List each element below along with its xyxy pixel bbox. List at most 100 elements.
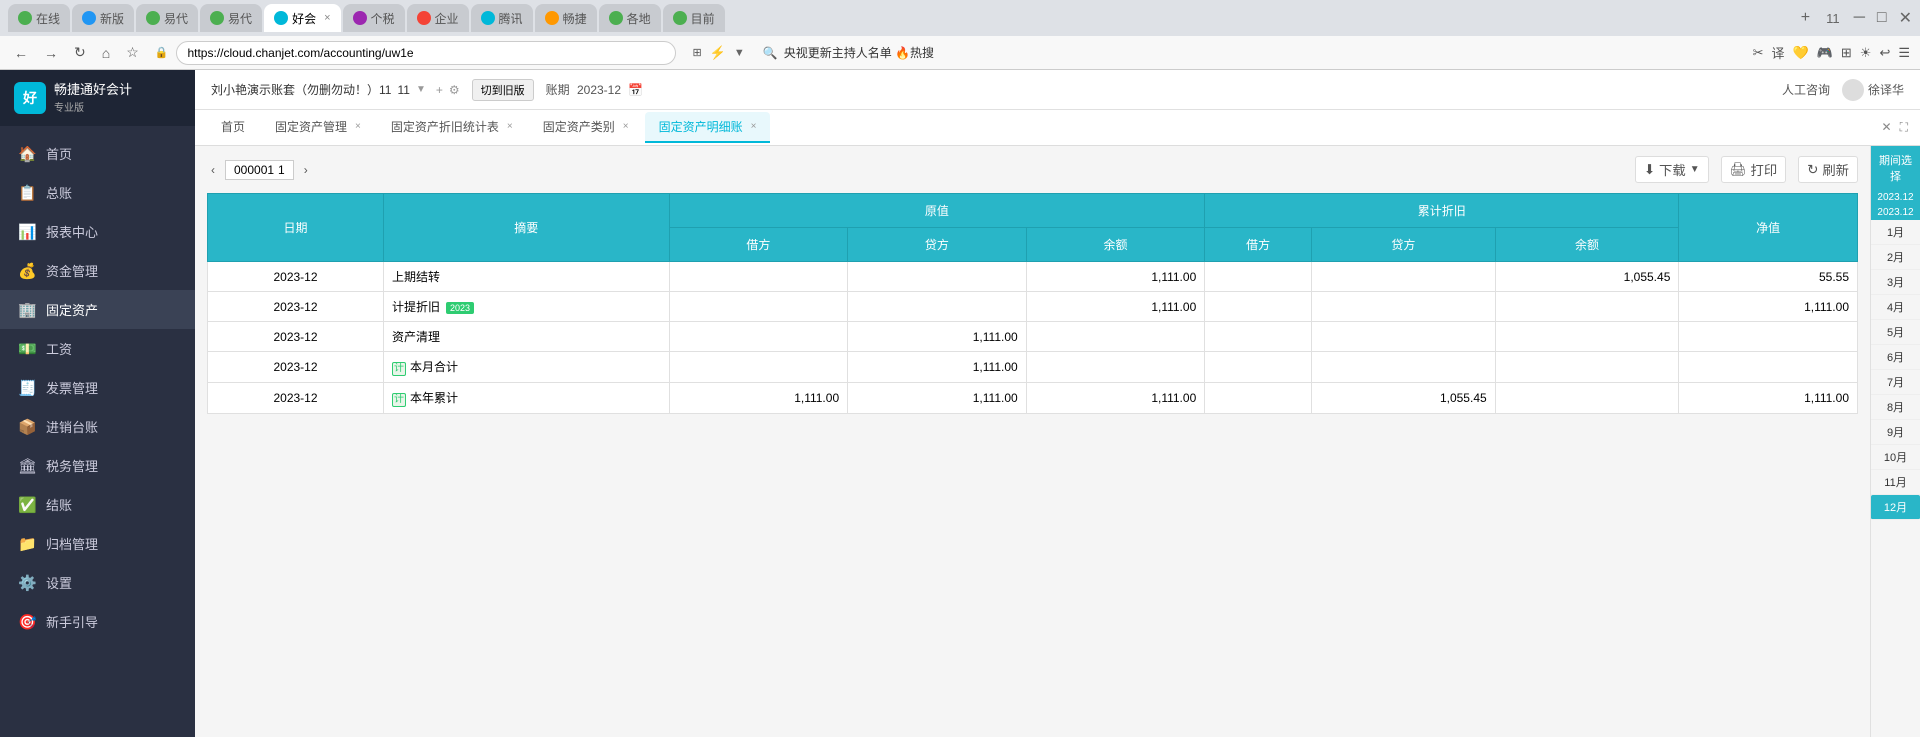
sidebar-item-结账[interactable]: ✅结账 [0,485,195,524]
month-item-11月[interactable]: 11月 [1871,470,1920,495]
tab-favicon-0 [18,11,32,25]
tab-label-8: 畅捷 [563,10,587,27]
brightness-icon[interactable]: ☀ [1860,45,1872,61]
sidebar-item-报表中心[interactable]: 📊报表中心 [0,212,195,251]
browser-tab-8[interactable]: 畅捷 [535,4,597,32]
user-avatar: 徐译华 [1842,79,1904,101]
reload-button[interactable]: ↻ [70,44,90,61]
minimize-button[interactable]: ─ [1854,9,1865,27]
cell-orig-balance-0: 1,111.00 [1026,262,1205,292]
browser-tab-1[interactable]: 新版 [72,4,134,32]
sidebar-item-归档管理[interactable]: 📁归档管理 [0,524,195,563]
download-arrow: ▼ [1690,164,1700,175]
sidebar-item-新手引导[interactable]: 🎯新手引导 [0,602,195,641]
nav-label-9: 结账 [46,495,72,514]
month-item-4月[interactable]: 4月 [1871,295,1920,320]
undo-icon[interactable]: ↩ [1879,45,1890,61]
browser-tab-3[interactable]: 易代 [200,4,262,32]
back-button[interactable]: ← [10,45,32,61]
dropdown-icon[interactable]: ▼ [734,47,745,59]
game-icon[interactable]: 🎮 [1817,45,1833,61]
expand-panel-icon[interactable]: ⛶ [1900,120,1908,135]
sidebar-item-首页[interactable]: 🏠首页 [0,134,195,173]
bookmark-button[interactable]: ☆ [122,44,143,61]
menu-icon[interactable]: ☰ [1898,45,1910,61]
content-tab-close-2[interactable]: × [507,121,513,132]
add-icon[interactable]: + [436,83,443,97]
browser-tab-4[interactable]: 好会× [264,4,340,32]
content-tab-close-4[interactable]: × [751,121,757,132]
forward-button[interactable]: → [40,45,62,61]
page-code: 000001 [234,163,274,177]
close-window-button[interactable]: ✕ [1899,8,1912,28]
content-tab-close-1[interactable]: × [355,121,361,132]
period-selector-panel: 期间选择 2023.12 2023.12 1月2月3月4月5月6月7月8月9月1… [1870,146,1920,737]
cell-acc-debit-2 [1205,322,1312,352]
address-input[interactable] [176,41,676,65]
month-item-1月[interactable]: 1月 [1871,220,1920,245]
month-item-9月[interactable]: 9月 [1871,420,1920,445]
browser-tab-0[interactable]: 在线 [8,4,70,32]
sidebar-item-设置[interactable]: ⚙️设置 [0,563,195,602]
cell-acc-credit-2 [1311,322,1495,352]
nav-label-11: 设置 [46,573,72,592]
month-item-10月[interactable]: 10月 [1871,445,1920,470]
scissors-icon[interactable]: ✂ [1753,45,1764,61]
sidebar-item-工资[interactable]: 💵工资 [0,329,195,368]
calendar-icon[interactable]: 📅 [628,83,643,97]
month-item-2月[interactable]: 2月 [1871,245,1920,270]
cell-acc-credit-1 [1311,292,1495,322]
support-button[interactable]: 人工咨询 [1782,81,1830,98]
sidebar-item-总账[interactable]: 📋总账 [0,173,195,212]
month-item-3月[interactable]: 3月 [1871,270,1920,295]
month-item-7月[interactable]: 7月 [1871,370,1920,395]
browser-tab-2[interactable]: 易代 [136,4,198,32]
content-tab-0[interactable]: 首页 [207,112,259,143]
download-button[interactable]: ⬇ 下载 ▼ [1635,156,1709,183]
cell-orig-debit-4: 1,111.00 [669,383,848,414]
content-tab-4[interactable]: 固定资产明细账× [645,112,771,143]
maximize-button[interactable]: □ [1877,9,1887,27]
sidebar-item-固定资产[interactable]: 🏢固定资产 [0,290,195,329]
translate-icon[interactable]: 译 [1771,43,1784,62]
content-tab-3[interactable]: 固定资产类别× [529,112,643,143]
th-orig-debit: 借方 [669,228,848,262]
version-switch-button[interactable]: 切到旧版 [472,79,534,101]
sidebar-item-资金管理[interactable]: 💰资金管理 [0,251,195,290]
tab-close-4[interactable]: × [324,12,330,24]
sidebar-item-发票管理[interactable]: 🧾发票管理 [0,368,195,407]
settings-icon[interactable]: ⚙ [449,83,460,97]
page-code-box: 000001 1 [225,160,294,180]
browser-tab-7[interactable]: 腾讯 [471,4,533,32]
nav-label-3: 资金管理 [46,261,98,280]
nav-icon-8: 🏛 [18,457,36,475]
browser-tab-6[interactable]: 企业 [407,4,469,32]
month-item-6月[interactable]: 6月 [1871,345,1920,370]
grid-icon[interactable]: ⊞ [1841,45,1852,61]
home-button[interactable]: ⌂ [98,45,114,61]
browser-tab-9[interactable]: 各地 [599,4,661,32]
content-tab-1[interactable]: 固定资产管理× [261,112,375,143]
cell-orig-debit-0 [669,262,848,292]
content-tab-2[interactable]: 固定资产折旧统计表× [377,112,527,143]
browser-tab-5[interactable]: 个税 [343,4,405,32]
month-item-5月[interactable]: 5月 [1871,320,1920,345]
wallet-icon[interactable]: 💛 [1793,45,1809,61]
sidebar-item-税务管理[interactable]: 🏛税务管理 [0,446,195,485]
search-text[interactable]: 央视更新主持人名单 🔥热搜 [784,44,934,61]
month-item-8月[interactable]: 8月 [1871,395,1920,420]
dropdown-arrow[interactable]: ▼ [416,84,426,95]
cell-acc-balance-1 [1495,292,1679,322]
refresh-button[interactable]: ↻ 刷新 [1798,156,1858,183]
close-panel-icon[interactable]: ✕ [1882,120,1892,135]
print-button[interactable]: 🖨 打印 [1721,156,1787,183]
new-tab-button[interactable]: + [1795,9,1816,27]
tab-favicon-6 [417,11,431,25]
browser-tab-10[interactable]: 目前 [663,4,725,32]
next-page-button[interactable]: › [300,163,312,177]
sidebar-item-进销台账[interactable]: 📦进销台账 [0,407,195,446]
month-item-12月[interactable]: 12月 [1871,495,1920,520]
content-tab-close-3[interactable]: × [623,121,629,132]
user-info: 刘小艳演示账套（勿删勿动！）11 11 ▼ + ⚙ [211,81,460,98]
prev-page-button[interactable]: ‹ [207,163,219,177]
